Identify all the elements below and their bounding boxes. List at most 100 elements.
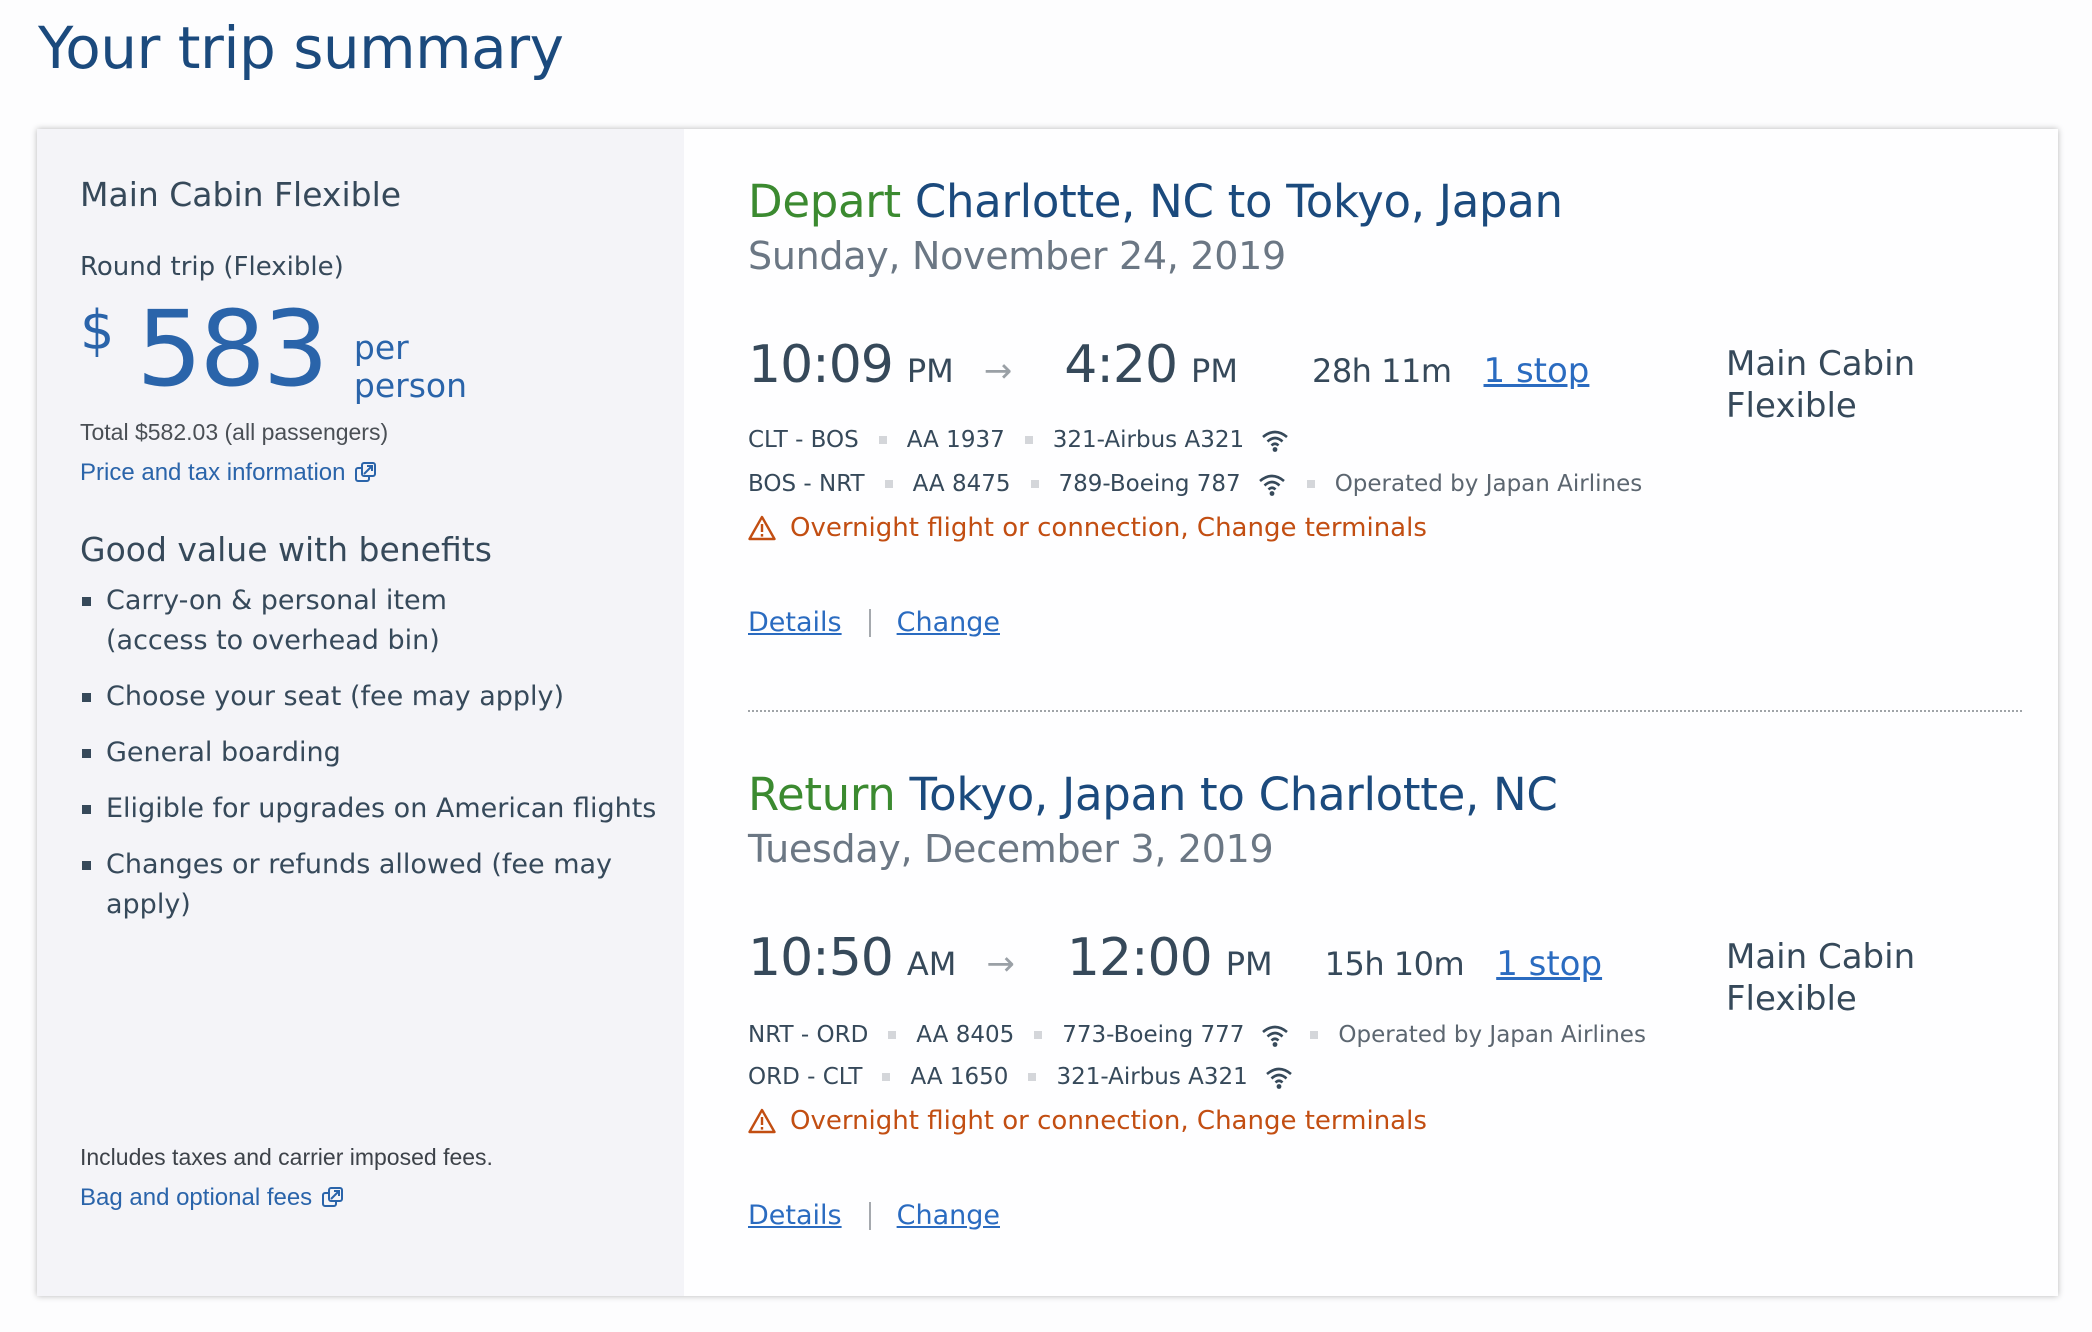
separator-square (1034, 1031, 1043, 1039)
flight-number: AA 8405 (916, 1022, 1015, 1048)
change-link[interactable]: Change (897, 607, 1000, 638)
benefit-item: Carry-on & personal item (80, 581, 684, 621)
slice-direction: Return (748, 768, 896, 821)
times-row: 10:09 PM → 4:20 PM 28h 11m 1 stop (748, 335, 1589, 395)
separator-square (1030, 480, 1039, 488)
duration: 28h 11m (1311, 352, 1452, 390)
separator-square (878, 436, 887, 444)
operated-by: Operated by Japan Airlines (1338, 1022, 1646, 1048)
arrive-time: 12:00 (1066, 928, 1213, 988)
price-per-line2: person (353, 366, 467, 405)
bag-fees-link-label: Bag and optional fees (80, 1184, 313, 1211)
connection-warning: Overnight flight or connection, Change t… (748, 1106, 1427, 1136)
aircraft: 321-Airbus A321 (1056, 1064, 1248, 1090)
total-price: Total $582.03 (all passengers) (80, 419, 389, 445)
benefit-item: Changes or refunds allowed (fee may appl… (80, 845, 684, 925)
warning-icon (748, 515, 776, 541)
arrow-right-icon: → (983, 351, 1013, 391)
connection-warning: Overnight flight or connection, Change t… (748, 513, 1427, 543)
fare-name: Main Cabin Flexible (80, 175, 402, 214)
slice-heading: Return Tokyo, Japan to Charlotte, NC (748, 768, 1998, 821)
separator-square (1028, 1073, 1037, 1081)
external-link-icon (355, 462, 377, 482)
depart-time: 10:09 (748, 335, 894, 395)
arrive-ampm: PM (1225, 945, 1273, 983)
slice-date: Sunday, November 24, 2019 (748, 234, 1286, 278)
aircraft: 789-Boeing 787 (1058, 471, 1241, 497)
times-row: 10:50 AM → 12:00 PM 15h 10m 1 stop (748, 928, 1602, 988)
price-currency: $ (80, 299, 115, 362)
separator-square (888, 1031, 897, 1039)
arrow-right-icon: → (986, 944, 1015, 984)
itinerary-panel: Depart Charlotte, NC to Tokyo, Japan Sun… (684, 129, 2058, 1296)
price-amount: 583 (136, 288, 329, 410)
price-and-tax-link[interactable]: Price and tax information (80, 459, 378, 487)
benefit-item: Eligible for upgrades on American flight… (80, 789, 684, 829)
flight-number: AA 1650 (910, 1064, 1009, 1090)
page-title: Your trip summary (38, 14, 564, 82)
details-link[interactable]: Details (748, 1200, 842, 1231)
details-link[interactable]: Details (748, 607, 842, 638)
slice-heading: Depart Charlotte, NC to Tokyo, Japan (748, 175, 1998, 228)
price-per-label: per person (354, 329, 467, 405)
depart-time: 10:50 (748, 928, 894, 988)
cabin-class: Main Cabin Flexible (1726, 937, 1916, 1019)
action-divider (868, 1201, 871, 1230)
segment-route: ORD - CLT (748, 1064, 863, 1090)
return-slice: Return Tokyo, Japan to Charlotte, NC Tue… (748, 768, 1998, 1231)
warning-text: Overnight flight or connection, Change t… (790, 1106, 1427, 1136)
trip-summary-card: Main Cabin Flexible Round trip (Flexible… (37, 129, 2058, 1296)
price-per-person: $ 583 per person (80, 289, 467, 409)
slice-route: Tokyo, Japan to Charlotte, NC (909, 768, 1558, 821)
slice-date: Tuesday, December 3, 2019 (748, 827, 1274, 871)
slice-actions: Details Change (748, 1200, 1000, 1231)
depart-ampm: AM (906, 945, 957, 983)
benefit-item: General boarding (80, 733, 684, 773)
stops-link[interactable]: 1 stop (1496, 944, 1602, 984)
slice-route: Charlotte, NC to Tokyo, Japan (914, 175, 1563, 228)
wifi-icon (1257, 472, 1287, 496)
slice-direction: Depart (748, 175, 901, 228)
arrive-ampm: PM (1191, 352, 1238, 390)
price-and-tax-link-label: Price and tax information (80, 459, 346, 486)
depart-ampm: PM (906, 352, 954, 390)
warning-text: Overnight flight or connection, Change t… (790, 513, 1427, 543)
segment-route: NRT - ORD (748, 1022, 869, 1048)
aircraft: 773-Boeing 777 (1062, 1022, 1245, 1048)
separator-square (1306, 480, 1315, 488)
benefits-list: Carry-on & personal item (access to over… (80, 581, 684, 941)
segment-route: CLT - BOS (748, 427, 859, 453)
warning-icon (748, 1108, 776, 1134)
wifi-icon (1260, 428, 1290, 452)
separator-square (1024, 436, 1033, 444)
cabin-class: Main Cabin Flexible (1726, 344, 1916, 426)
price-per-line1: per (353, 328, 409, 367)
separator-square (882, 1073, 891, 1081)
separator-square (1310, 1031, 1319, 1039)
segment-row: BOS - NRT AA 8475 789-Boeing 787 Operate… (748, 471, 1642, 497)
slice-divider (748, 710, 2022, 712)
trip-type: Round trip (Flexible) (80, 252, 344, 282)
benefit-item-continuation: (access to overhead bin) (106, 625, 440, 656)
benefits-title: Good value with benefits (80, 530, 492, 569)
flight-number: AA 8475 (912, 471, 1011, 497)
wifi-icon (1260, 1023, 1290, 1047)
depart-slice: Depart Charlotte, NC to Tokyo, Japan Sun… (748, 175, 1998, 638)
flight-number: AA 1937 (906, 427, 1005, 453)
change-link[interactable]: Change (897, 1200, 1000, 1231)
separator-square (884, 480, 893, 488)
bag-fees-link[interactable]: Bag and optional fees (80, 1184, 345, 1212)
wifi-icon (1264, 1065, 1294, 1089)
segment-row: NRT - ORD AA 8405 773-Boeing 777 Operate… (748, 1022, 1646, 1048)
segment-row: CLT - BOS AA 1937 321-Airbus A321 (748, 427, 1290, 453)
operated-by: Operated by Japan Airlines (1334, 471, 1643, 497)
stops-link[interactable]: 1 stop (1484, 351, 1590, 391)
fare-summary-panel: Main Cabin Flexible Round trip (Flexible… (37, 129, 684, 1296)
arrive-time: 4:20 (1064, 335, 1178, 395)
duration: 15h 10m (1324, 945, 1465, 983)
benefit-item: Choose your seat (fee may apply) (80, 677, 684, 717)
segment-row: ORD - CLT AA 1650 321-Airbus A321 (748, 1064, 1294, 1090)
action-divider (868, 608, 871, 637)
segment-route: BOS - NRT (748, 471, 865, 497)
includes-taxes-note: Includes taxes and carrier imposed fees. (80, 1144, 493, 1170)
